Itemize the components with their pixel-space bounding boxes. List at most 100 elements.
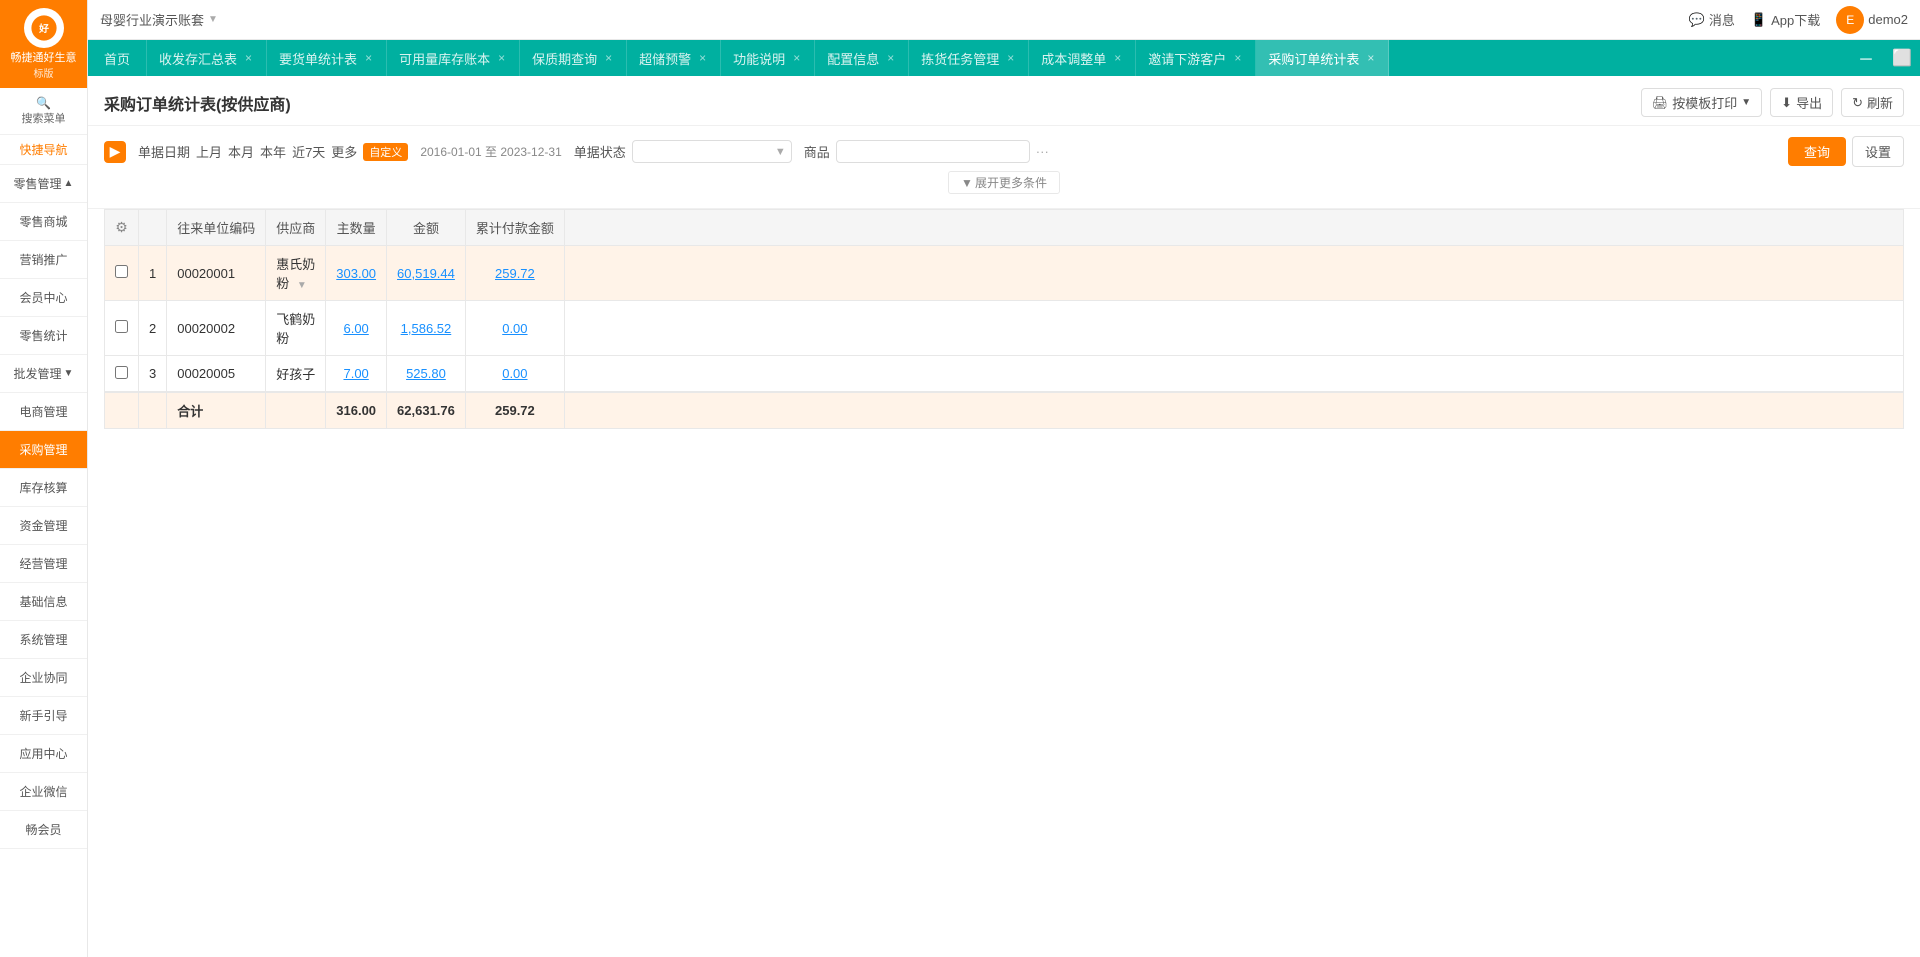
- settings-col-header[interactable]: ⚙: [105, 210, 139, 246]
- message-button[interactable]: 💬 消息: [1689, 10, 1735, 29]
- product-more-icon[interactable]: ···: [1036, 144, 1049, 159]
- settings-button[interactable]: 设置: [1852, 136, 1904, 167]
- sidebar-item-marketing[interactable]: 营销推广: [0, 241, 87, 279]
- sidebar-item-wholesale[interactable]: 批发管理 ▼: [0, 355, 87, 393]
- tab-pick-task[interactable]: 拣货任务管理 ×: [909, 40, 1029, 76]
- status-filter: 单据状态 ▼: [574, 140, 792, 163]
- sidebar-item-enterprise[interactable]: 企业协同: [0, 659, 87, 697]
- row-paid-cell[interactable]: 259.72: [465, 246, 564, 301]
- row-amount-cell[interactable]: 525.80: [387, 356, 466, 393]
- tab-close-icon[interactable]: ×: [697, 49, 708, 67]
- refresh-button[interactable]: ↻ 刷新: [1841, 88, 1904, 117]
- sidebar-item-appstore[interactable]: 应用中心: [0, 735, 87, 773]
- tab-shelf-life[interactable]: 保质期查询 ×: [520, 40, 627, 76]
- tab-close-icon[interactable]: ×: [1232, 49, 1243, 67]
- tab-maximize-button[interactable]: ⬜: [1884, 40, 1920, 76]
- filter-toggle-button[interactable]: ▶: [104, 141, 126, 163]
- sidebar-item-finance[interactable]: 资金管理: [0, 507, 87, 545]
- export-button[interactable]: ⬇ 导出: [1770, 88, 1833, 117]
- sidebar-item-basic[interactable]: 基础信息: [0, 583, 87, 621]
- query-button[interactable]: 查询: [1788, 137, 1846, 166]
- tab-close-icon[interactable]: ×: [1112, 49, 1123, 67]
- sidebar-item-retail[interactable]: 零售管理 ▲: [0, 165, 87, 203]
- sidebar-search[interactable]: 🔍 搜索菜单: [0, 88, 87, 135]
- sidebar-item-ecommerce[interactable]: 电商管理: [0, 393, 87, 431]
- sidebar-item-retail-shop[interactable]: 零售商城: [0, 203, 87, 241]
- row-amount-cell[interactable]: 60,519.44: [387, 246, 466, 301]
- sidebar-item-retail-stats[interactable]: 零售统计: [0, 317, 87, 355]
- user-profile[interactable]: E demo2: [1836, 6, 1908, 34]
- tab-purchase-stats[interactable]: 采购订单统计表 ×: [1256, 40, 1389, 76]
- tab-close-icon[interactable]: ×: [603, 49, 614, 67]
- message-label: 消息: [1709, 10, 1735, 29]
- table-header-row: ⚙ 往来单位编码 供应商 主数量 金额: [105, 210, 1904, 246]
- sidebar-item-inventory[interactable]: 库存核算: [0, 469, 87, 507]
- tab-invite[interactable]: 邀请下游客户 ×: [1136, 40, 1256, 76]
- printer-icon: 🖨: [1652, 95, 1669, 111]
- main-area: 母婴行业演示账套 ▼ 💬 消息 📱 App下载 E demo2 首页: [88, 0, 1920, 957]
- sidebar-item-wechat[interactable]: 企业微信: [0, 773, 87, 811]
- tab-cost-adjust[interactable]: 成本调整单 ×: [1029, 40, 1136, 76]
- expand-down-icon: ▼: [961, 176, 973, 190]
- tab-overstock[interactable]: 超储预警 ×: [627, 40, 721, 76]
- footer-paid-cell: 259.72: [465, 392, 564, 429]
- sidebar-item-system[interactable]: 系统管理: [0, 621, 87, 659]
- tab-receive-pay[interactable]: 收发存汇总表 ×: [147, 40, 267, 76]
- row-checkbox[interactable]: [115, 265, 128, 278]
- logo-icon: 好: [24, 8, 64, 48]
- row-checkbox[interactable]: [115, 320, 128, 333]
- row-check-cell[interactable]: [105, 246, 139, 301]
- row-paid-cell[interactable]: 0.00: [465, 301, 564, 356]
- tab-close-icon[interactable]: ×: [1005, 49, 1016, 67]
- sidebar-item-member[interactable]: 会员中心: [0, 279, 87, 317]
- row-extra-cell: [564, 356, 1903, 393]
- row-paid-cell[interactable]: 0.00: [465, 356, 564, 393]
- tab-close-icon[interactable]: ×: [243, 49, 254, 67]
- template-print-button[interactable]: 🖨 按模板打印 ▼: [1641, 88, 1762, 117]
- company-selector[interactable]: 母婴行业演示账套 ▼: [100, 10, 218, 29]
- row-quantity-cell[interactable]: 6.00: [326, 301, 387, 356]
- product-label: 商品: [804, 142, 830, 161]
- row-amount-cell[interactable]: 1,586.52: [387, 301, 466, 356]
- custom-date-badge[interactable]: 自定义: [363, 143, 408, 161]
- tab-close-icon[interactable]: ×: [885, 49, 896, 67]
- 7days-btn[interactable]: 近7天: [292, 142, 325, 161]
- row-quantity-cell[interactable]: 7.00: [326, 356, 387, 393]
- tab-config[interactable]: 配置信息 ×: [815, 40, 909, 76]
- status-select[interactable]: [632, 140, 792, 163]
- tab-close-icon[interactable]: ×: [791, 49, 802, 67]
- row-checkbox[interactable]: [115, 366, 128, 379]
- logo[interactable]: 好 畅捷通好生意 标版: [0, 0, 87, 88]
- tab-order-stats[interactable]: 要货单统计表 ×: [267, 40, 387, 76]
- app-download-button[interactable]: 📱 App下载: [1751, 10, 1820, 29]
- last-month-btn[interactable]: 上月: [196, 142, 222, 161]
- this-year-btn[interactable]: 本年: [260, 142, 286, 161]
- footer-extra-cell: [564, 392, 1903, 429]
- row-no-cell: 3: [139, 356, 167, 393]
- tab-close-icon[interactable]: ×: [496, 49, 507, 67]
- svg-text:好: 好: [38, 22, 49, 35]
- row-check-cell[interactable]: [105, 356, 139, 393]
- tab-close-icon[interactable]: ×: [1365, 49, 1376, 67]
- appstore-label: 应用中心: [19, 745, 67, 762]
- expand-more-button[interactable]: ▼ 展开更多条件: [948, 171, 1060, 194]
- more-date-btn[interactable]: 更多: [331, 142, 357, 161]
- message-icon: 💬: [1689, 12, 1705, 28]
- tab-home[interactable]: 首页: [88, 40, 147, 76]
- page-title: 采购订单统计表(按供应商): [104, 91, 291, 115]
- sidebar-quick-nav[interactable]: 快捷导航: [0, 135, 87, 165]
- sidebar-item-operations[interactable]: 经营管理: [0, 545, 87, 583]
- product-input[interactable]: [836, 140, 1030, 163]
- footer-check-cell: [105, 392, 139, 429]
- tab-func-desc[interactable]: 功能说明 ×: [721, 40, 815, 76]
- tab-close-icon[interactable]: ×: [363, 49, 374, 67]
- sidebar-item-vip[interactable]: 畅会员: [0, 811, 87, 849]
- tab-minimize-button[interactable]: －: [1848, 40, 1884, 76]
- sidebar-item-purchase[interactable]: 采购管理: [0, 431, 87, 469]
- sidebar-item-newbie[interactable]: 新手引导: [0, 697, 87, 735]
- tab-available-stock[interactable]: 可用量库存账本 ×: [387, 40, 520, 76]
- row-quantity-cell[interactable]: 303.00: [326, 246, 387, 301]
- row-check-cell[interactable]: [105, 301, 139, 356]
- basic-label: 基础信息: [19, 593, 67, 610]
- this-month-btn[interactable]: 本月: [228, 142, 254, 161]
